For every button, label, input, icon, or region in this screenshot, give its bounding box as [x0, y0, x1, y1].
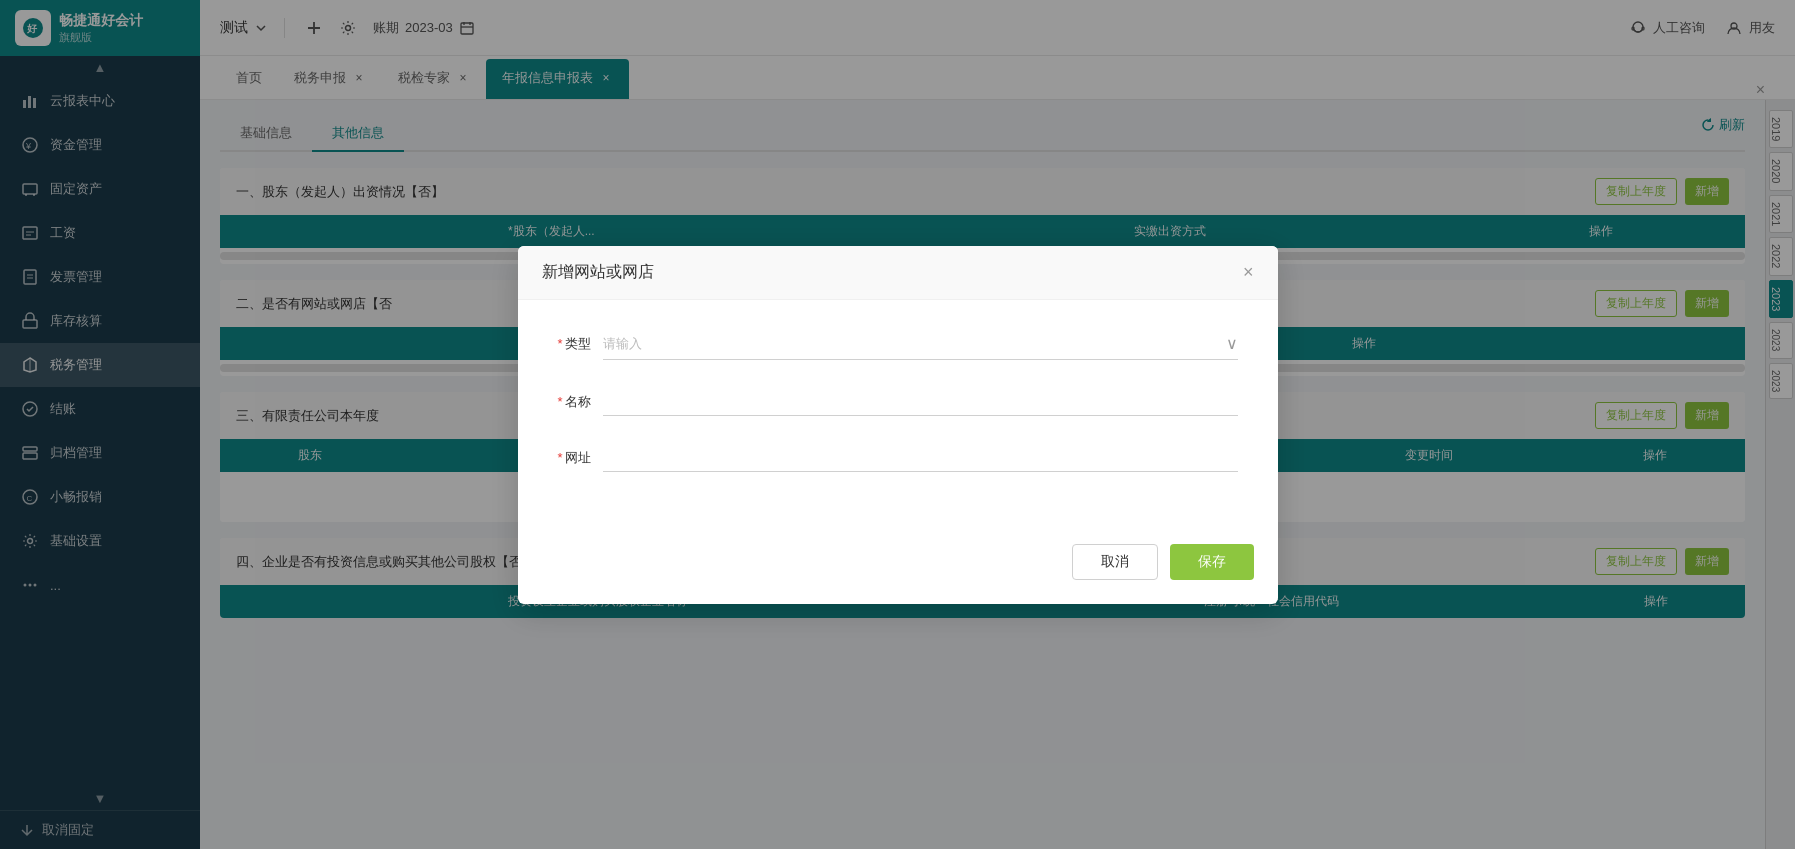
modal-add-website: 新增网站或网店 × * 类型 ∨ [518, 246, 1278, 604]
modal-close-button[interactable]: × [1243, 263, 1254, 281]
url-required-mark: * [558, 450, 563, 465]
form-type-label: * 类型 [558, 335, 591, 353]
modal-header: 新增网站或网店 × [518, 246, 1278, 300]
type-label-text: 类型 [565, 335, 591, 353]
form-row-name: * 名称 [558, 388, 1238, 416]
type-input-wrap: ∨ [603, 328, 1238, 360]
form-row-url: * 网址 [558, 444, 1238, 472]
name-required-mark: * [558, 394, 563, 409]
form-type-row: * 类型 ∨ [558, 328, 1238, 360]
type-required-mark: * [558, 336, 563, 351]
type-input[interactable] [603, 336, 1226, 351]
save-button[interactable]: 保存 [1170, 544, 1254, 580]
modal-body: * 类型 ∨ * 名称 [518, 300, 1278, 528]
modal-footer: 取消 保存 [518, 528, 1278, 604]
type-dropdown-arrow[interactable]: ∨ [1226, 334, 1238, 353]
name-input-wrap [603, 388, 1238, 416]
form-row-type: * 类型 ∨ [558, 328, 1238, 360]
form-url-label: * 网址 [558, 449, 591, 467]
form-name-row: * 名称 [558, 388, 1238, 416]
modal-overlay[interactable]: 新增网站或网店 × * 类型 ∨ [0, 0, 1795, 849]
cancel-button[interactable]: 取消 [1072, 544, 1158, 580]
url-input[interactable] [603, 450, 1238, 465]
form-name-label: * 名称 [558, 393, 591, 411]
form-url-row: * 网址 [558, 444, 1238, 472]
url-input-wrap [603, 444, 1238, 472]
name-label-text: 名称 [565, 393, 591, 411]
url-label-text: 网址 [565, 449, 591, 467]
modal-title: 新增网站或网店 [542, 262, 654, 283]
name-input[interactable] [603, 394, 1238, 409]
